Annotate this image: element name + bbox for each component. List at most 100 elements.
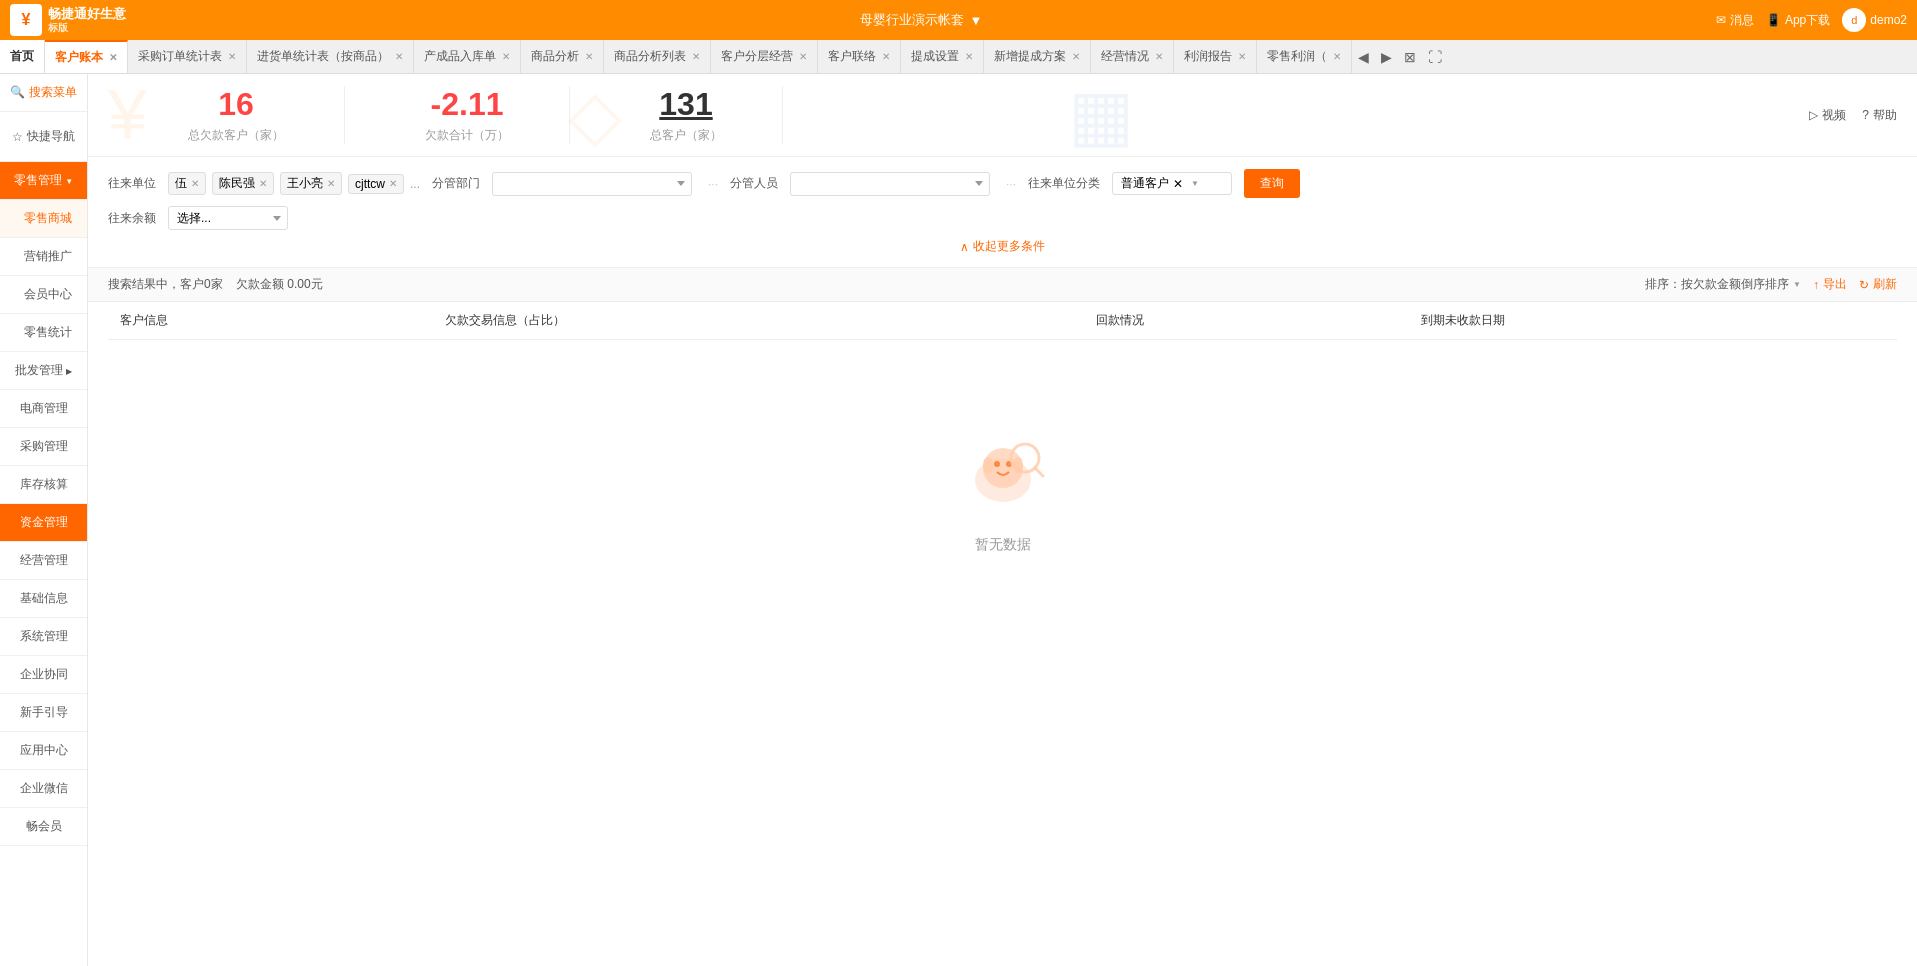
tab-retail-profit[interactable]: 零售利润（ ✕: [1257, 40, 1352, 74]
remove-tag-wu[interactable]: ✕: [191, 178, 199, 189]
user-avatar[interactable]: d demo2: [1842, 8, 1907, 32]
tab-purchase-orders[interactable]: 采购订单统计表 ✕: [128, 40, 247, 74]
tab-goods-analysis-list[interactable]: 商品分析列表 ✕: [604, 40, 711, 74]
tab-close-accounts[interactable]: ✕: [109, 52, 117, 63]
app-download-btn[interactable]: 📱 App下载: [1766, 12, 1830, 29]
sidebar-item-operations[interactable]: 经营管理: [0, 542, 87, 580]
tab-profit-report[interactable]: 利润报告 ✕: [1174, 40, 1257, 74]
tab-customer-tier[interactable]: 客户分层经营 ✕: [711, 40, 818, 74]
chevron-down-icon: ▼: [970, 13, 983, 28]
tab-home[interactable]: 首页: [0, 40, 45, 74]
tab-close-purchase-orders[interactable]: ✕: [228, 51, 236, 62]
tab-new-promotion[interactable]: 新增提成方案 ✕: [984, 40, 1091, 74]
stats-banner: ¥ 16 总欠款客户（家） ◇ -2.11 欠款合计（万） ▦ 131 总客户（…: [88, 74, 1917, 157]
tab-incoming-stats[interactable]: 进货单统计表（按商品） ✕: [247, 40, 414, 74]
tab-scroll-left[interactable]: ◀: [1352, 49, 1375, 65]
empty-icon-wrapper: [953, 420, 1053, 520]
dept-select[interactable]: [492, 172, 692, 196]
unit-category-select[interactable]: 普通客户 ✕ ▼: [1112, 172, 1232, 195]
remove-tag-wang[interactable]: ✕: [327, 178, 335, 189]
tab-scroll-right[interactable]: ▶: [1375, 49, 1398, 65]
balance-select[interactable]: 选择...: [168, 206, 288, 230]
tab-close-retail-profit[interactable]: ✕: [1333, 51, 1341, 62]
tab-close-operations[interactable]: ✕: [1155, 51, 1163, 62]
tab-close-product-inbound[interactable]: ✕: [502, 51, 510, 62]
sidebar-item-wholesale[interactable]: 批发管理 ▶: [0, 352, 87, 390]
sidebar: 🔍 搜索菜单 ☆ 快捷导航 零售管理 ▼ 零售商城 营销推广 会员中心 零售统计…: [0, 74, 88, 966]
sidebar-item-ecommerce[interactable]: 电商管理: [0, 390, 87, 428]
sidebar-item-member[interactable]: 会员中心: [0, 276, 87, 314]
filter-more-tags[interactable]: ...: [410, 177, 420, 191]
sidebar-item-new-guide[interactable]: 新手引导: [0, 694, 87, 732]
chevron-down-icon-sort: ▼: [1793, 280, 1801, 289]
sidebar-item-app-center[interactable]: 应用中心: [0, 732, 87, 770]
tab-close-goods-analysis-list[interactable]: ✕: [692, 51, 700, 62]
tab-fullscreen[interactable]: ⛶: [1422, 49, 1448, 65]
refresh-btn[interactable]: ↻ 刷新: [1859, 276, 1897, 293]
sidebar-item-base-info[interactable]: 基础信息: [0, 580, 87, 618]
search-icon: 🔍: [10, 85, 25, 99]
tab-product-inbound[interactable]: 产成品入库单 ✕: [414, 40, 521, 74]
avatar-icon: d: [1842, 8, 1866, 32]
empty-illustration: [953, 420, 1053, 520]
dept-label: 分管部门: [432, 175, 480, 192]
sort-select[interactable]: 排序：按欠款金额倒序排序 ▼: [1645, 276, 1801, 293]
export-btn[interactable]: ↑ 导出: [1813, 276, 1847, 293]
tab-close-profit-report[interactable]: ✕: [1238, 51, 1246, 62]
remove-tag-normal[interactable]: ✕: [1173, 177, 1183, 191]
table-header: 客户信息 欠款交易信息（占比） 回款情况 到期未收款日期: [108, 302, 1897, 340]
data-table: 客户信息 欠款交易信息（占比） 回款情况 到期未收款日期: [108, 302, 1897, 340]
sidebar-item-retail-mall[interactable]: 零售商城: [0, 200, 87, 238]
tab-close-promotion-settings[interactable]: ✕: [965, 51, 973, 62]
sidebar-item-retail[interactable]: 零售管理 ▼: [0, 162, 87, 200]
unit-tag-cjttcw: cjttcw ✕: [348, 174, 404, 194]
sidebar-item-enterprise-wechat[interactable]: 企业微信: [0, 770, 87, 808]
tab-accounts[interactable]: 客户账本 ✕: [45, 40, 128, 74]
sidebar-item-inventory[interactable]: 库存核算: [0, 466, 87, 504]
result-text: 搜索结果中，客户0家 欠款金额 0.00元: [108, 276, 323, 293]
tab-close-customer-contact[interactable]: ✕: [882, 51, 890, 62]
chevron-right-icon: ▶: [66, 367, 72, 376]
sidebar-item-system[interactable]: 系统管理: [0, 618, 87, 656]
app-name: 畅捷通好生意 标版: [48, 6, 126, 34]
help-btn[interactable]: ? 帮助: [1862, 107, 1897, 124]
sidebar-item-quick-nav[interactable]: ☆ 快捷导航: [0, 120, 87, 153]
svg-point-4: [983, 457, 993, 473]
sidebar-item-retail-stats[interactable]: 零售统计: [0, 314, 87, 352]
unit-tags: 伍 ✕ 陈民强 ✕ 王小亮 ✕ cjttcw ✕ ...: [168, 172, 420, 195]
staff-label: 分管人员: [730, 175, 778, 192]
sidebar-item-enterprise-collab[interactable]: 企业协同: [0, 656, 87, 694]
sidebar-item-member-vip[interactable]: 畅会员: [0, 808, 87, 846]
tab-close-new-promotion[interactable]: ✕: [1072, 51, 1080, 62]
dept-select-wrapper: [492, 172, 692, 196]
sidebar-quick-nav[interactable]: ☆ 快捷导航: [0, 112, 87, 162]
sidebar-item-marketing[interactable]: 营销推广: [0, 238, 87, 276]
logo-area: ¥ 畅捷通好生意 标版: [10, 4, 126, 36]
tab-window-controls[interactable]: ⊠: [1398, 49, 1422, 65]
remove-tag-cjttcw[interactable]: ✕: [389, 178, 397, 189]
tab-goods-analysis[interactable]: 商品分析 ✕: [521, 40, 604, 74]
message-btn[interactable]: ✉ 消息: [1716, 12, 1754, 29]
tab-close-goods-analysis[interactable]: ✕: [585, 51, 593, 62]
tab-customer-contact[interactable]: 客户联络 ✕: [818, 40, 901, 74]
staff-more-btn[interactable]: ···: [1006, 177, 1016, 191]
dept-more-btn[interactable]: ···: [708, 177, 718, 191]
col-overdue-info: 欠款交易信息（占比）: [433, 302, 1084, 340]
video-btn[interactable]: ▷ 视频: [1809, 107, 1846, 124]
sidebar-item-purchase[interactable]: 采购管理: [0, 428, 87, 466]
staff-select[interactable]: [790, 172, 990, 196]
tab-operations[interactable]: 经营情况 ✕: [1091, 40, 1174, 74]
query-button[interactable]: 查询: [1244, 169, 1300, 198]
tab-close-incoming-stats[interactable]: ✕: [395, 51, 403, 62]
collapse-button[interactable]: ∧ 收起更多条件: [960, 238, 1045, 255]
account-selector[interactable]: 母婴行业演示帐套 ▼: [860, 11, 983, 29]
stat-overdue-amount: -2.11 欠款合计（万）: [345, 86, 570, 144]
tab-close-customer-tier[interactable]: ✕: [799, 51, 807, 62]
collapse-row: ∧ 收起更多条件: [108, 238, 1897, 255]
remove-tag-chen[interactable]: ✕: [259, 178, 267, 189]
filter-area: 往来单位 伍 ✕ 陈民强 ✕ 王小亮 ✕ cjttcw: [88, 157, 1917, 268]
result-summary: 搜索结果中，客户0家 欠款金额 0.00元 排序：按欠款金额倒序排序 ▼ ↑ 导…: [88, 268, 1917, 302]
tab-promotion-settings[interactable]: 提成设置 ✕: [901, 40, 984, 74]
sidebar-search[interactable]: 🔍 搜索菜单: [0, 74, 87, 112]
sidebar-item-finance[interactable]: 资金管理: [0, 504, 87, 542]
